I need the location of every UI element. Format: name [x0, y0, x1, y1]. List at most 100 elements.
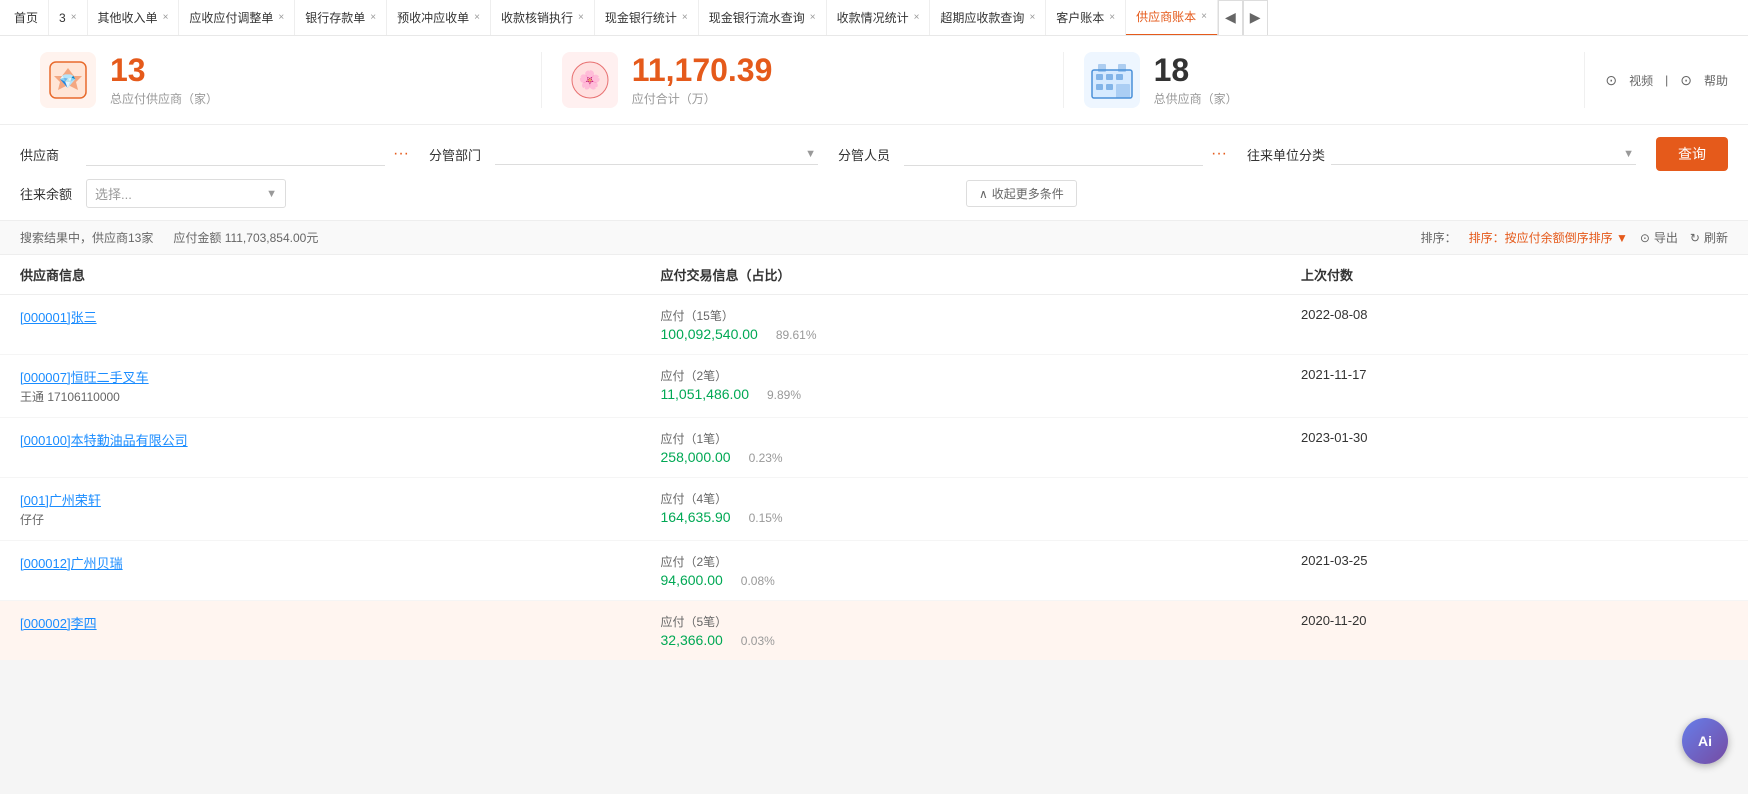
- svg-text:🌸: 🌸: [579, 69, 601, 90]
- filter-balance-select[interactable]: 选择... ▼: [86, 179, 286, 208]
- filter-balance-placeholder: 选择...: [95, 184, 132, 203]
- nav-tab-home[interactable]: 首页: [4, 0, 49, 36]
- top-right-links: ⊙ 视频 | ⊙ 帮助: [1585, 72, 1728, 89]
- video-link[interactable]: 视频: [1629, 72, 1653, 89]
- nav-tab-prepay-close[interactable]: ×: [474, 12, 480, 23]
- filter-dept-select[interactable]: ▼: [495, 144, 818, 165]
- txn-row-000002: 32,366.00 0.03%: [661, 632, 1302, 648]
- nav-tab-bank-deposit[interactable]: 银行存款单 ×: [295, 0, 387, 36]
- last-payment-000007: 2021-11-17: [1301, 367, 1728, 382]
- sort-label-text: 排序：按应付余额倒序排序: [1469, 231, 1613, 245]
- collapse-icon: ∧: [979, 187, 988, 201]
- nav-tab-collection-label: 收款核销执行: [501, 9, 573, 26]
- nav-tab-collection-stat-close[interactable]: ×: [914, 12, 920, 23]
- txn-pct-000002: 0.03%: [741, 634, 775, 648]
- filter-balance-chevron: ▼: [266, 188, 277, 200]
- nav-arrow-right[interactable]: ▶: [1243, 0, 1268, 36]
- filter-person-dots[interactable]: ···: [1211, 145, 1227, 163]
- filter-person: 分管人员 ···: [838, 142, 1227, 166]
- last-payment-000100: 2023-01-30: [1301, 430, 1728, 445]
- nav-tab-collection-stat-label: 收款情况统计: [837, 9, 909, 26]
- nav-tab-cash-bank-stat[interactable]: 现金银行统计 ×: [595, 0, 699, 36]
- supplier-cell-000002: [000002]李四: [20, 613, 661, 632]
- export-icon: ⊙: [1640, 231, 1650, 245]
- txn-amount-000002[interactable]: 32,366.00: [661, 632, 723, 648]
- sort-button[interactable]: 排序：按应付余额倒序排序 ▼: [1469, 229, 1628, 246]
- result-bar-right: 排序： 排序：按应付余额倒序排序 ▼ ⊙ 导出 ↻ 刷新: [1421, 229, 1728, 246]
- nav-tab-other-income-label: 其他收入单: [98, 9, 158, 26]
- stat-total-suppliers: 18 总供应商（家）: [1064, 52, 1586, 108]
- nav-arrow-left[interactable]: ◀: [1218, 0, 1243, 36]
- supplier-link-000100[interactable]: [000100]本特勤油品有限公司: [20, 430, 661, 449]
- search-button[interactable]: 查询: [1656, 137, 1728, 171]
- result-bar-left: 搜索结果中，供应商13家 应付金额 111,703,854.00元: [20, 229, 318, 246]
- result-amount: 应付金额 111,703,854.00元: [173, 229, 318, 246]
- export-button[interactable]: ⊙ 导出: [1640, 229, 1678, 246]
- txn-label-000002: 应付（5笔）: [661, 613, 1302, 630]
- collapse-button[interactable]: ∧ 收起更多条件: [966, 180, 1077, 207]
- nav-tab-3[interactable]: 3 ×: [49, 0, 88, 36]
- nav-tab-ap-adjust[interactable]: 应收应付调整单 ×: [179, 0, 295, 36]
- filter-supplier-dots[interactable]: ···: [393, 145, 409, 163]
- nav-tab-3-close[interactable]: ×: [71, 12, 77, 23]
- supplier-link-000007[interactable]: [000007]恒旺二手叉车: [20, 367, 661, 386]
- nav-tab-cash-bank-flow[interactable]: 现金银行流水查询 ×: [699, 0, 827, 36]
- txn-row-000001: 100,092,540.00 89.61%: [661, 326, 1302, 342]
- result-count: 搜索结果中，供应商13家: [20, 229, 153, 246]
- nav-tab-ap-adjust-label: 应收应付调整单: [189, 9, 273, 26]
- nav-tab-customer-account[interactable]: 客户账本 ×: [1046, 0, 1126, 36]
- filter-category-select[interactable]: ▼: [1331, 144, 1636, 165]
- ai-button[interactable]: Ai: [1682, 718, 1728, 764]
- filter-person-input[interactable]: [904, 142, 1203, 166]
- refresh-button[interactable]: ↻ 刷新: [1690, 229, 1728, 246]
- filter-balance-label: 往来余额: [20, 184, 80, 203]
- supplier-cell-000001: [000001]张三: [20, 307, 661, 326]
- stat-payable-suppliers: 💎 13 总应付供应商（家）: [20, 52, 542, 108]
- last-payment-000012: 2021-03-25: [1301, 553, 1728, 568]
- txn-amount-000100[interactable]: 258,000.00: [661, 449, 731, 465]
- table-row: [000007]恒旺二手叉车 王通 17106110000 应付（2笔） 11,…: [0, 355, 1748, 418]
- supplier-link-000002[interactable]: [000002]李四: [20, 613, 661, 632]
- nav-tab-overdue-collect-close[interactable]: ×: [1029, 12, 1035, 23]
- filter-supplier-input[interactable]: [86, 142, 385, 166]
- nav-tab-supplier-account-close[interactable]: ×: [1201, 11, 1207, 22]
- filter-category-label: 往来单位分类: [1247, 145, 1325, 164]
- txn-amount-000012[interactable]: 94,600.00: [661, 572, 723, 588]
- nav-tab-cash-bank-stat-close[interactable]: ×: [682, 12, 688, 23]
- nav-tab-other-income-close[interactable]: ×: [163, 12, 169, 23]
- stat-total-suppliers-number: 18: [1154, 53, 1238, 88]
- nav-tab-supplier-account[interactable]: 供应商账本 ×: [1126, 0, 1218, 36]
- supplier-link-000012[interactable]: [000012]广州贝瑞: [20, 553, 661, 572]
- nav-tab-collection-stat[interactable]: 收款情况统计 ×: [827, 0, 931, 36]
- nav-tab-collection-close[interactable]: ×: [578, 12, 584, 23]
- nav-tab-collection[interactable]: 收款核销执行 ×: [491, 0, 595, 36]
- txn-pct-001: 0.15%: [749, 511, 783, 525]
- ai-label: Ai: [1698, 733, 1712, 749]
- txn-amount-000001[interactable]: 100,092,540.00: [661, 326, 758, 342]
- supplier-link-000001[interactable]: [000001]张三: [20, 307, 661, 326]
- txn-amount-001[interactable]: 164,635.90: [661, 509, 731, 525]
- supplier-cell-001: [001]广州荣轩 仔仔: [20, 490, 661, 528]
- nav-tab-cash-bank-flow-close[interactable]: ×: [810, 12, 816, 23]
- nav-tab-other-income[interactable]: 其他收入单 ×: [88, 0, 180, 36]
- help-link[interactable]: 帮助: [1704, 72, 1728, 89]
- txn-cell-000100: 应付（1笔） 258,000.00 0.23%: [661, 430, 1302, 465]
- nav-tab-ap-adjust-close[interactable]: ×: [278, 12, 284, 23]
- nav-tab-prepay[interactable]: 预收冲应收单 ×: [387, 0, 491, 36]
- stat-payable-suppliers-text: 13 总应付供应商（家）: [110, 53, 218, 107]
- nav-tab-overdue-collect[interactable]: 超期应收款查询 ×: [930, 0, 1046, 36]
- txn-pct-000012: 0.08%: [741, 574, 775, 588]
- stats-bar: 💎 13 总应付供应商（家） 🌸 11,170.39 应付合计（万）: [0, 36, 1748, 125]
- stat-payable-amount-label: 应付合计（万）: [632, 90, 773, 107]
- nav-tab-cash-bank-stat-label: 现金银行统计: [605, 9, 677, 26]
- txn-cell-000007: 应付（2笔） 11,051,486.00 9.89%: [661, 367, 1302, 402]
- nav-tab-bank-deposit-close[interactable]: ×: [370, 12, 376, 23]
- circle-play-icon: ⊙: [1605, 72, 1617, 89]
- data-table: 供应商信息 应付交易信息（占比） 上次付数 [000001]张三 应付（15笔）…: [0, 255, 1748, 661]
- nav-tab-customer-account-close[interactable]: ×: [1109, 12, 1115, 23]
- txn-amount-000007[interactable]: 11,051,486.00: [661, 386, 750, 402]
- col-txn-info: 应付交易信息（占比）: [661, 265, 1302, 284]
- stat-payable-amount: 🌸 11,170.39 应付合计（万）: [542, 52, 1064, 108]
- col-last-payment: 上次付数: [1301, 265, 1728, 284]
- supplier-link-001[interactable]: [001]广州荣轩: [20, 490, 661, 509]
